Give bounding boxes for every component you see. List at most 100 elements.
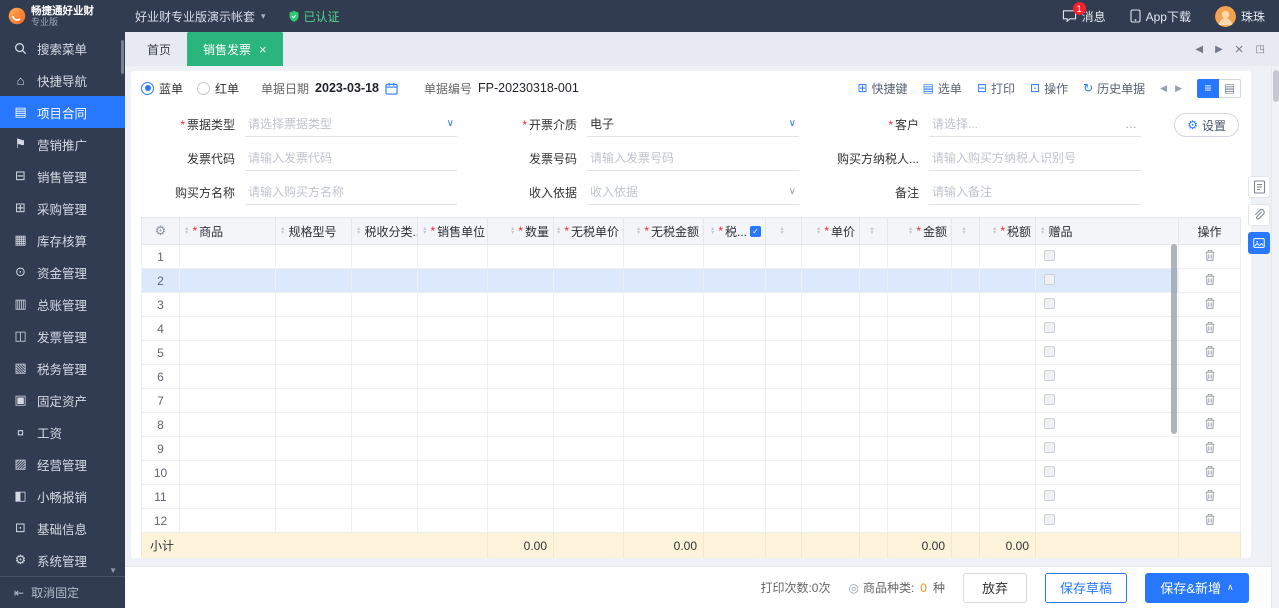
grid-cell[interactable] <box>275 436 352 461</box>
sidebar-item-funds-mgmt[interactable]: ⊙ 资金管理 <box>0 256 125 288</box>
tab-scroll-right-icon[interactable]: ▶ <box>1215 44 1223 55</box>
sort-icon[interactable]: ▲ ▼ <box>710 226 715 236</box>
pick-order-button[interactable]: ▤ 选单 <box>923 80 962 97</box>
buyer-name-input[interactable]: 请输入购买方名称 <box>245 179 457 205</box>
column-header[interactable]: ⚙ <box>141 217 180 245</box>
grid-cell[interactable] <box>623 508 704 533</box>
grid-cell[interactable] <box>553 364 624 389</box>
grid-cell[interactable] <box>979 244 1036 269</box>
grid-cell[interactable] <box>801 292 860 317</box>
grid-cell[interactable] <box>487 388 554 413</box>
settings-button[interactable]: ⚙ 设置 <box>1174 113 1239 137</box>
grid-cell[interactable] <box>487 292 554 317</box>
grid-cell[interactable] <box>765 268 802 293</box>
grid-cell[interactable] <box>801 436 860 461</box>
user-menu[interactable]: 珠珠 <box>1214 5 1265 27</box>
column-header[interactable]: ▲ ▼ * 税额 <box>979 217 1036 245</box>
table-row[interactable]: 5 <box>141 340 1241 365</box>
grid-cell[interactable] <box>801 244 860 269</box>
column-header[interactable]: ▲ ▼ * 数量 <box>487 217 554 245</box>
grid-cell[interactable] <box>859 508 888 533</box>
tab-scroll-left-icon[interactable]: ◀ <box>1195 44 1203 55</box>
grid-cell[interactable] <box>351 244 418 269</box>
grid-cell[interactable] <box>703 412 766 437</box>
grid-cell[interactable] <box>623 244 704 269</box>
grid-cell[interactable] <box>859 412 888 437</box>
column-header[interactable]: ▲ ▼ * 商品 <box>179 217 276 245</box>
grid-cell[interactable] <box>887 436 952 461</box>
grid-cell[interactable] <box>623 436 704 461</box>
grid-cell[interactable] <box>887 484 952 509</box>
sidebar-item-invoice-mgmt[interactable]: ◫ 发票管理 <box>0 320 125 352</box>
grid-cell[interactable] <box>623 268 704 293</box>
grid-cell[interactable] <box>951 268 980 293</box>
grid-cell[interactable] <box>887 316 952 341</box>
delete-row-button[interactable] <box>1178 316 1241 341</box>
grid-cell[interactable] <box>487 340 554 365</box>
grid-cell[interactable] <box>801 268 860 293</box>
grid-cell[interactable] <box>417 364 488 389</box>
grid-cell[interactable] <box>951 316 980 341</box>
grid-cell[interactable] <box>951 460 980 485</box>
grid-cell[interactable] <box>979 460 1036 485</box>
grid-cell[interactable] <box>765 292 802 317</box>
delete-row-button[interactable] <box>1178 484 1241 509</box>
next-doc-icon[interactable]: ▶ <box>1175 83 1182 94</box>
grid-cell[interactable] <box>859 340 888 365</box>
grid-cell[interactable] <box>179 316 276 341</box>
app-download-button[interactable]: App下载 <box>1130 8 1191 25</box>
column-header[interactable]: ▲ ▼ * 销售单位 <box>417 217 488 245</box>
gift-checkbox[interactable] <box>1044 393 1055 405</box>
medium-select[interactable]: 电子 ∨ <box>587 111 799 137</box>
table-row[interactable]: 1 <box>141 244 1241 269</box>
grid-cell[interactable] <box>887 292 952 317</box>
grid-cell[interactable] <box>801 340 860 365</box>
grid-cell[interactable] <box>979 388 1036 413</box>
grid-cell[interactable] <box>623 484 704 509</box>
table-row[interactable]: 6 <box>141 364 1241 389</box>
income-basis-select[interactable]: 收入依据 ∨ <box>587 179 799 205</box>
grid-cell[interactable] <box>179 484 276 509</box>
sidebar-item-inventory-accounting[interactable]: ▦ 库存核算 <box>0 224 125 256</box>
column-header[interactable]: ▲ ▼ <box>765 217 802 245</box>
sort-icon[interactable]: ▲ ▼ <box>816 226 821 236</box>
grid-cell[interactable] <box>275 340 352 365</box>
grid-cell[interactable] <box>765 460 802 485</box>
grid-cell[interactable] <box>351 292 418 317</box>
grid-cell[interactable] <box>951 364 980 389</box>
table-row[interactable]: 8 <box>141 412 1241 437</box>
sort-icon[interactable]: ▲ ▼ <box>556 226 561 236</box>
grid-cell[interactable] <box>859 364 888 389</box>
grid-cell[interactable] <box>979 436 1036 461</box>
grid-cell[interactable] <box>487 436 554 461</box>
grid-cell[interactable] <box>553 412 624 437</box>
grid-cell[interactable] <box>553 340 624 365</box>
grid-cell[interactable] <box>703 460 766 485</box>
column-header[interactable]: ▲ ▼ * 税... ✓ <box>703 217 766 245</box>
sort-icon[interactable]: ▲ ▼ <box>908 226 913 236</box>
grid-cell[interactable] <box>623 364 704 389</box>
grid-cell[interactable] <box>179 412 276 437</box>
grid-cell[interactable] <box>859 388 888 413</box>
customer-lookup[interactable]: 请选择... … <box>929 111 1141 137</box>
gift-checkbox[interactable] <box>1044 489 1055 501</box>
grid-cell[interactable] <box>979 364 1036 389</box>
table-row[interactable]: 2 <box>141 268 1241 293</box>
grid-cell[interactable] <box>859 484 888 509</box>
column-header-op[interactable]: 操作 <box>1178 217 1241 245</box>
sidebar-item-purchase-mgmt[interactable]: ⊞ 采购管理 <box>0 192 125 224</box>
list-view-button[interactable]: ≡ <box>1197 78 1219 98</box>
sort-icon[interactable]: ▲ ▼ <box>280 226 285 236</box>
column-header[interactable]: ▲ ▼ 税收分类... <box>351 217 418 245</box>
table-scrollbar[interactable] <box>1171 244 1177 434</box>
delete-row-button[interactable] <box>1178 292 1241 317</box>
grid-cell[interactable] <box>553 292 624 317</box>
grid-cell[interactable] <box>351 508 418 533</box>
gift-checkbox[interactable] <box>1044 369 1055 381</box>
sort-icon[interactable]: ▲ ▼ <box>992 226 997 236</box>
scrollbar-thumb[interactable] <box>1273 70 1279 102</box>
grid-cell[interactable] <box>179 436 276 461</box>
delete-row-button[interactable] <box>1178 340 1241 365</box>
sidebar-item-project-contract[interactable]: ▤ 项目合同 <box>0 96 125 128</box>
sort-icon[interactable]: ▲ ▼ <box>869 226 874 236</box>
